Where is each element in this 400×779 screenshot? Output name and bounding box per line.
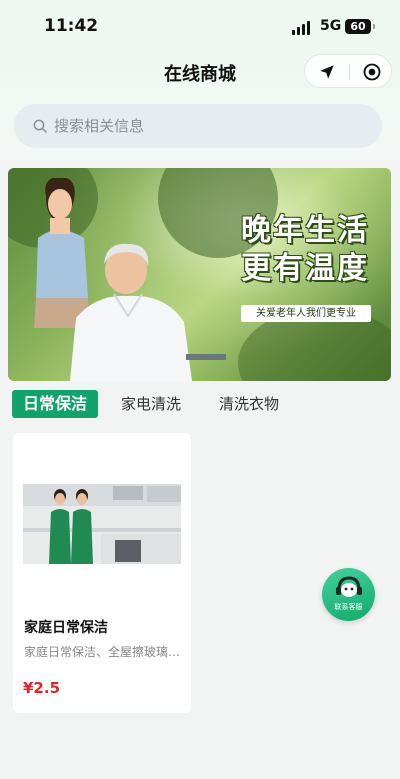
tab-laundry[interactable]: 清洗衣物 (219, 390, 279, 418)
tab-daily-cleaning[interactable]: 日常保洁 (12, 390, 99, 418)
customer-service-label: 联系客服 (334, 603, 363, 611)
product-image (23, 484, 181, 564)
banner-title: 晚年生活 更有温度 (241, 212, 369, 288)
mini-program-capsule (304, 54, 392, 88)
search-input[interactable] (54, 117, 354, 135)
headset-icon (336, 576, 362, 597)
category-tabs: 日常保洁 家电清洗 清洗衣物 (12, 390, 279, 418)
customer-service-button[interactable]: 联系客服 (322, 568, 375, 621)
tab-appliance-cleaning[interactable]: 家电清洗 (121, 390, 181, 418)
network-type: 5G (320, 18, 342, 34)
banner-person-elder (70, 243, 226, 381)
signal-icon (292, 21, 310, 35)
banner-title-line2: 更有温度 (241, 251, 369, 286)
navigate-icon[interactable] (318, 63, 336, 81)
capsule-divider (349, 64, 350, 80)
product-description: 家庭日常保洁、全屋擦玻璃、厨卫清洁 (24, 645, 182, 659)
search-icon (33, 119, 47, 133)
product-photo-kitchen (23, 484, 181, 564)
search-bar[interactable] (14, 104, 382, 148)
banner-tagline: 关爱老年人我们更专业 (241, 305, 371, 322)
product-card[interactable]: 家庭日常保洁 家庭日常保洁、全屋擦玻璃、厨卫清洁 ¥2.5 (13, 433, 191, 713)
target-icon[interactable] (362, 62, 382, 82)
status-time: 11:42 (44, 16, 99, 36)
status-bar: 11:42 5G 60 (0, 14, 400, 40)
battery-icon: 60 (345, 19, 375, 34)
product-price: ¥2.5 (23, 679, 61, 697)
product-title: 家庭日常保洁 (24, 620, 108, 636)
banner-title-line1: 晚年生活 (241, 213, 369, 248)
promo-banner[interactable]: 晚年生活 更有温度 关爱老年人我们更专业 (8, 168, 391, 381)
